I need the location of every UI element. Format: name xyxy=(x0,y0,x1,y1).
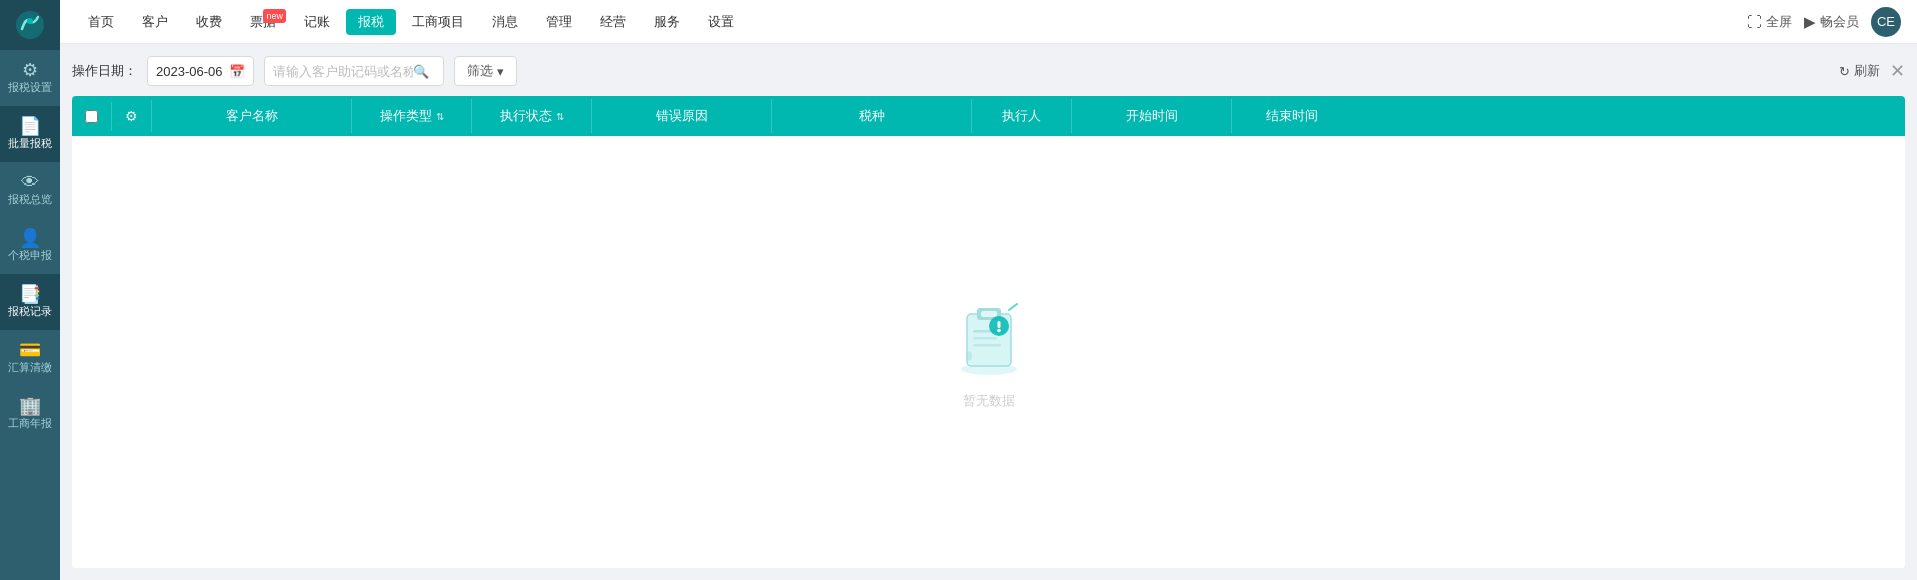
th-error-reason: 错误原因 xyxy=(592,99,772,133)
svg-point-11 xyxy=(997,329,1001,333)
nav-item-jingying[interactable]: 经营 xyxy=(588,9,638,35)
svg-rect-10 xyxy=(997,321,1000,328)
th-start-time: 开始时间 xyxy=(1072,99,1232,133)
sidebar-logo xyxy=(0,0,60,50)
topnav-right: ⛶ 全屏 ▶ 畅会员 CE xyxy=(1747,7,1901,37)
refresh-icon: ↻ xyxy=(1839,64,1850,79)
close-button[interactable]: ✕ xyxy=(1890,62,1905,80)
sidebar-item-baoshui-jilu[interactable]: 📑 报税记录 xyxy=(0,274,60,330)
main-container: 首页 客户 收费 票据 new 记账 报税 工商项目 消息 管理 经营 服务 设… xyxy=(60,0,1917,580)
baoshui-shezhi-icon: ⚙ xyxy=(22,61,38,79)
svg-rect-8 xyxy=(973,344,1001,347)
sidebar-item-baoshui-zonglan[interactable]: 👁 报税总览 xyxy=(0,162,60,218)
date-value: 2023-06-06 xyxy=(156,64,223,79)
select-all-checkbox[interactable] xyxy=(85,110,98,123)
empty-state: 暂无数据 xyxy=(949,294,1029,410)
fullscreen-icon: ⛶ xyxy=(1747,13,1762,30)
svg-rect-7 xyxy=(973,337,997,340)
fullscreen-label: 全屏 xyxy=(1766,13,1792,31)
avatar[interactable]: CE xyxy=(1871,7,1901,37)
filter-label: 筛选 xyxy=(467,62,493,80)
sort-icon-exec-status: ⇅ xyxy=(556,111,564,122)
search-box: 🔍 xyxy=(264,56,444,86)
table-container: ⚙ 客户名称 操作类型 ⇅ 执行状态 ⇅ 错误原因 税种 xyxy=(72,96,1905,568)
sidebar-item-baoshui-jilu-label: 报税记录 xyxy=(8,305,52,318)
svg-point-13 xyxy=(966,352,972,361)
th-client-name: 客户名称 xyxy=(152,99,352,133)
nav-item-fuwu[interactable]: 服务 xyxy=(642,9,692,35)
table-header: ⚙ 客户名称 操作类型 ⇅ 执行状态 ⇅ 错误原因 税种 xyxy=(72,96,1905,136)
sidebar-item-geshui-shenbao-label: 个税申报 xyxy=(8,249,52,262)
refresh-label: 刷新 xyxy=(1854,62,1880,80)
sidebar-item-huisuan-jiaona[interactable]: 💳 汇算清缴 xyxy=(0,330,60,386)
topnav-items: 首页 客户 收费 票据 new 记账 报税 工商项目 消息 管理 经营 服务 设… xyxy=(76,9,1747,35)
baoshui-jilu-icon: 📑 xyxy=(19,285,41,303)
vip-icon: ▶ xyxy=(1804,13,1816,31)
nav-item-guanli[interactable]: 管理 xyxy=(534,9,584,35)
sidebar: ⚙ 报税设置 📄 批量报税 👁 报税总览 👤 个税申报 📑 报税记录 💳 汇算清… xyxy=(0,0,60,580)
svg-point-1 xyxy=(27,18,33,24)
svg-rect-5 xyxy=(981,311,997,317)
date-picker[interactable]: 2023-06-06 📅 xyxy=(147,56,254,86)
th-tax-type: 税种 xyxy=(772,99,972,133)
nav-item-shezhi[interactable]: 设置 xyxy=(696,9,746,35)
date-label: 操作日期： xyxy=(72,62,137,80)
sidebar-item-geshui-shenbao[interactable]: 👤 个税申报 xyxy=(0,218,60,274)
sidebar-item-gongshang-nianbao[interactable]: 🏢 工商年报 xyxy=(0,386,60,442)
sidebar-item-baoshui-shezhi[interactable]: ⚙ 报税设置 xyxy=(0,50,60,106)
th-end-time: 结束时间 xyxy=(1232,99,1352,133)
sidebar-item-huisuan-jiaona-label: 汇算清缴 xyxy=(8,361,52,374)
fullscreen-button[interactable]: ⛶ 全屏 xyxy=(1747,13,1792,31)
nav-item-gongshang[interactable]: 工商项目 xyxy=(400,9,476,35)
nav-item-piaoju[interactable]: 票据 new xyxy=(238,9,288,35)
piliang-baoshui-icon: 📄 xyxy=(19,117,41,135)
geshui-shenbao-icon: 👤 xyxy=(19,229,41,247)
nav-item-home[interactable]: 首页 xyxy=(76,9,126,35)
sidebar-item-piliang-baoshui[interactable]: 📄 批量报税 xyxy=(0,106,60,162)
th-operation-type[interactable]: 操作类型 ⇅ xyxy=(352,99,472,133)
th-checkbox[interactable] xyxy=(72,102,112,131)
content-area: 操作日期： 2023-06-06 📅 🔍 筛选 ▾ ↻ 刷新 ✕ xyxy=(60,44,1917,580)
nav-item-shoufei[interactable]: 收费 xyxy=(184,9,234,35)
toolbar: 操作日期： 2023-06-06 📅 🔍 筛选 ▾ ↻ 刷新 ✕ xyxy=(72,56,1905,86)
filter-button[interactable]: 筛选 ▾ xyxy=(454,56,517,86)
svg-line-12 xyxy=(1009,304,1017,310)
sidebar-item-baoshui-zonglan-label: 报税总览 xyxy=(8,193,52,206)
svg-point-0 xyxy=(16,11,44,39)
topnav: 首页 客户 收费 票据 new 记账 报税 工商项目 消息 管理 经营 服务 设… xyxy=(60,0,1917,44)
gongshang-nianbao-icon: 🏢 xyxy=(19,397,41,415)
settings-icon: ⚙ xyxy=(125,108,138,124)
refresh-button[interactable]: ↻ 刷新 xyxy=(1839,62,1880,80)
th-executor: 执行人 xyxy=(972,99,1072,133)
sidebar-item-gongshang-nianbao-label: 工商年报 xyxy=(8,417,52,430)
huisuan-jiaona-icon: 💳 xyxy=(19,341,41,359)
calendar-icon: 📅 xyxy=(229,64,245,79)
piaoju-badge: new xyxy=(263,9,286,23)
nav-item-xiaoxi[interactable]: 消息 xyxy=(480,9,530,35)
sidebar-item-baoshui-shezhi-label: 报税设置 xyxy=(8,81,52,94)
th-exec-status[interactable]: 执行状态 ⇅ xyxy=(472,99,592,133)
empty-illustration xyxy=(949,294,1029,384)
nav-item-baoshui[interactable]: 报税 xyxy=(346,9,396,35)
sidebar-item-piliang-baoshui-label: 批量报税 xyxy=(8,137,52,150)
search-icon: 🔍 xyxy=(413,64,429,79)
vip-label: 畅会员 xyxy=(1820,13,1859,31)
search-input[interactable] xyxy=(273,64,413,79)
table-body: 暂无数据 xyxy=(72,136,1905,568)
empty-text: 暂无数据 xyxy=(963,392,1015,410)
nav-item-customer[interactable]: 客户 xyxy=(130,9,180,35)
nav-item-jizhang[interactable]: 记账 xyxy=(292,9,342,35)
sort-icon-operation-type: ⇅ xyxy=(436,111,444,122)
th-settings: ⚙ xyxy=(112,100,152,132)
baoshui-zonglan-icon: 👁 xyxy=(21,173,39,191)
vip-button[interactable]: ▶ 畅会员 xyxy=(1804,13,1859,31)
chevron-down-icon: ▾ xyxy=(497,64,504,79)
